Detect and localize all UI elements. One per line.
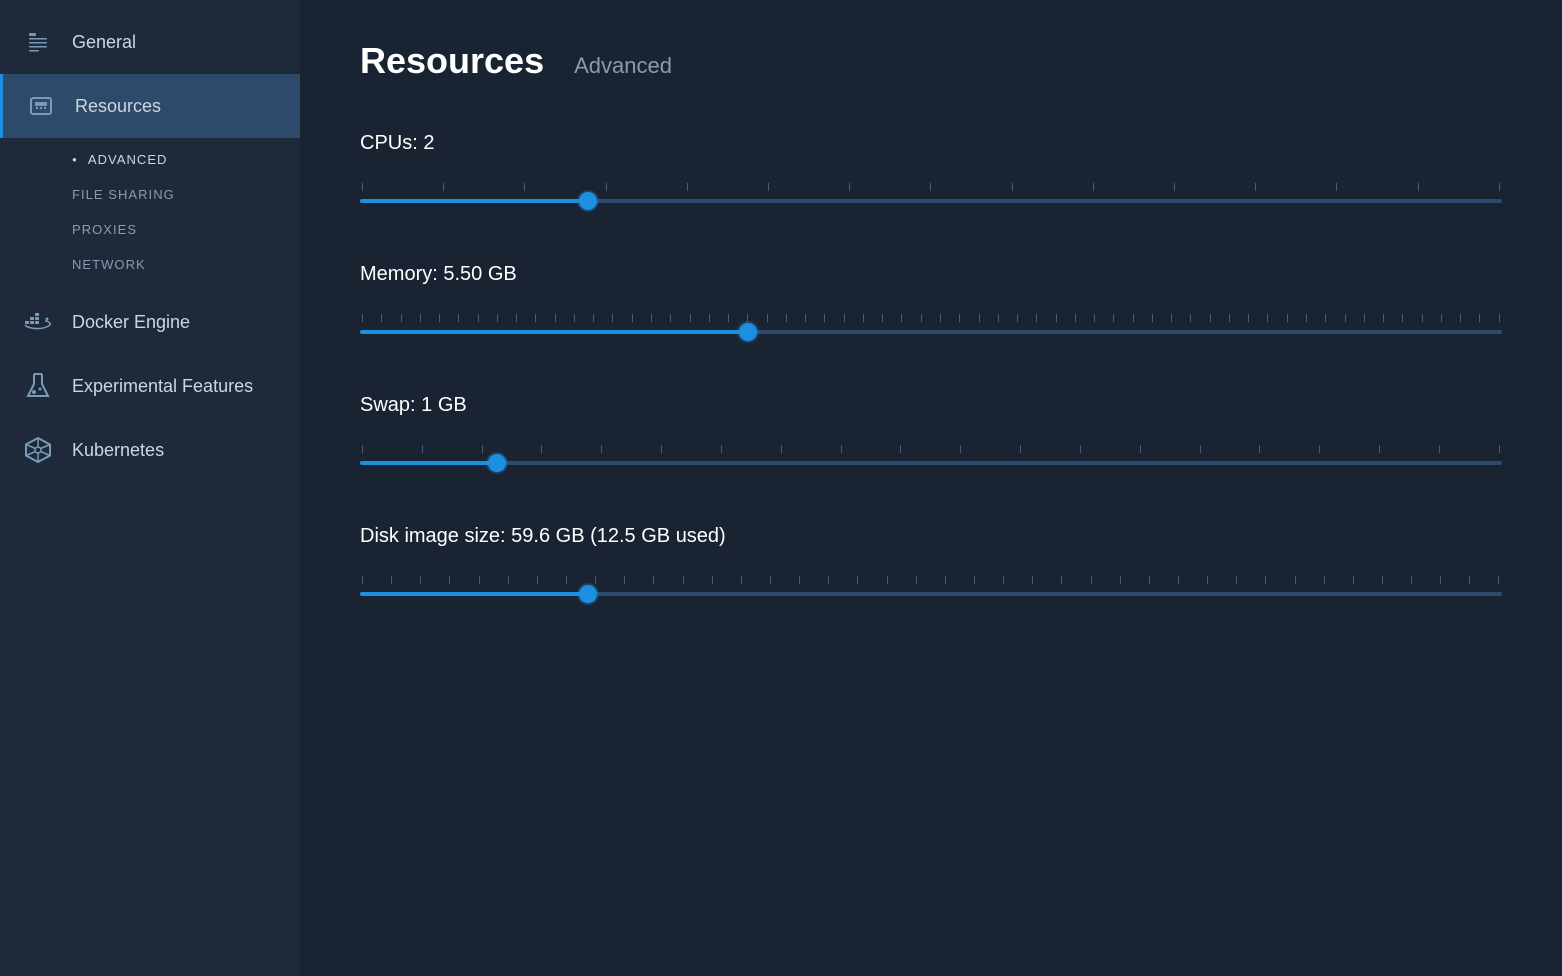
swap-label: Swap: 1 GB bbox=[360, 394, 1502, 417]
general-icon bbox=[24, 28, 52, 56]
swap-fill bbox=[360, 461, 497, 465]
cpus-track bbox=[360, 199, 1502, 203]
disk-label: Disk image size: 59.6 GB (12.5 GB used) bbox=[360, 525, 1502, 548]
sidebar-general-label: General bbox=[72, 32, 136, 53]
disk-section: Disk image size: 59.6 GB (12.5 GB used) bbox=[360, 525, 1502, 606]
disk-slider[interactable] bbox=[360, 566, 1502, 606]
docker-icon bbox=[24, 308, 52, 336]
sidebar-item-experimental[interactable]: Experimental Features bbox=[0, 354, 300, 418]
memory-label: Memory: 5.50 GB bbox=[360, 263, 1502, 286]
sidebar-item-general[interactable]: General bbox=[0, 10, 300, 74]
disk-track bbox=[360, 592, 1502, 596]
memory-fill bbox=[360, 330, 748, 334]
swap-track bbox=[360, 461, 1502, 465]
sidebar-docker-label: Docker Engine bbox=[72, 312, 190, 333]
cpus-fill bbox=[360, 199, 588, 203]
sidebar-item-kubernetes[interactable]: Kubernetes bbox=[0, 418, 300, 482]
cpus-label: CPUs: 2 bbox=[360, 132, 1502, 155]
sidebar-subitem-network[interactable]: NETWORK bbox=[72, 247, 300, 282]
memory-thumb[interactable] bbox=[739, 323, 757, 341]
main-content: Resources Advanced CPUs: 2 Memory: 5.50 … bbox=[300, 0, 1562, 976]
cpus-thumb[interactable] bbox=[579, 192, 597, 210]
sidebar-item-docker-engine[interactable]: Docker Engine bbox=[0, 290, 300, 354]
swap-section: Swap: 1 GB bbox=[360, 394, 1502, 475]
cpus-ticks bbox=[360, 183, 1502, 191]
tab-advanced[interactable]: Advanced bbox=[574, 53, 672, 79]
disk-thumb[interactable] bbox=[579, 585, 597, 603]
sidebar-item-resources[interactable]: Resources bbox=[0, 74, 300, 138]
disk-fill bbox=[360, 592, 588, 596]
cpus-slider[interactable] bbox=[360, 173, 1502, 213]
sidebar-resources-label: Resources bbox=[75, 96, 161, 117]
sidebar-experimental-label: Experimental Features bbox=[72, 376, 253, 397]
page-title: Resources bbox=[360, 40, 544, 82]
resources-icon bbox=[27, 92, 55, 120]
flask-icon bbox=[24, 372, 52, 400]
cpus-section: CPUs: 2 bbox=[360, 132, 1502, 213]
disk-ticks bbox=[360, 576, 1502, 584]
sidebar-subitems: ADVANCED FILE SHARING PROXIES NETWORK bbox=[0, 138, 300, 290]
sidebar-subitem-proxies[interactable]: PROXIES bbox=[72, 212, 300, 247]
memory-section: Memory: 5.50 GB bbox=[360, 263, 1502, 344]
sidebar: General Resources ADVANCED FILE SHARING … bbox=[0, 0, 300, 976]
sidebar-kubernetes-label: Kubernetes bbox=[72, 440, 164, 461]
kubernetes-icon bbox=[24, 436, 52, 464]
sidebar-subitem-file-sharing[interactable]: FILE SHARING bbox=[72, 177, 300, 212]
swap-ticks bbox=[360, 445, 1502, 453]
page-header: Resources Advanced bbox=[360, 40, 1502, 82]
memory-slider[interactable] bbox=[360, 304, 1502, 344]
memory-track bbox=[360, 330, 1502, 334]
swap-thumb[interactable] bbox=[488, 454, 506, 472]
sidebar-subitem-advanced[interactable]: ADVANCED bbox=[72, 142, 300, 177]
memory-ticks bbox=[360, 314, 1502, 322]
swap-slider[interactable] bbox=[360, 435, 1502, 475]
